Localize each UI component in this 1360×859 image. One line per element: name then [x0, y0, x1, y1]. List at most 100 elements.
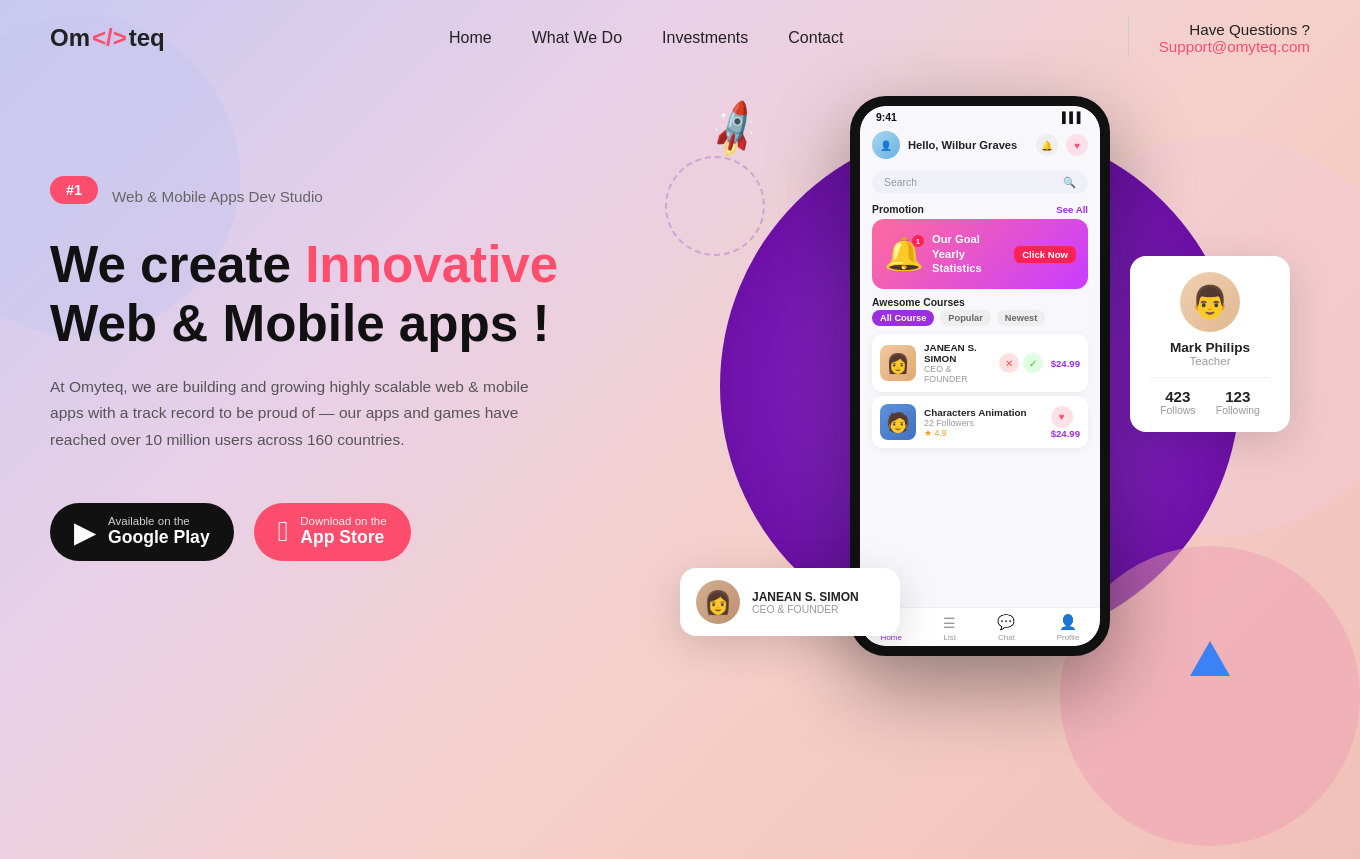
- follows-label: Follows: [1160, 405, 1195, 416]
- google-btn-big: Google Play: [108, 527, 210, 548]
- dotted-circle-decoration: [665, 156, 765, 256]
- card-name: Mark Philips: [1150, 340, 1270, 355]
- apple-btn-text: Download on the App Store: [300, 515, 386, 548]
- janean-avatar: 👩: [696, 580, 740, 624]
- phone-search[interactable]: Search 🔍: [872, 171, 1088, 194]
- hero-title: We create Innovative Web & Mobile apps !: [50, 236, 650, 354]
- char-card: 🧑 Characters Animation 22 Followers ★ 4.…: [872, 396, 1088, 448]
- phone-time: 9:41: [876, 112, 897, 123]
- nav-what-we-do[interactable]: What We Do: [532, 29, 622, 46]
- teacher-info: JANEAN S. SIMON CEO & FOUNDER: [924, 342, 991, 384]
- greeting-text: Hello, Wilbur Graves: [908, 139, 1017, 151]
- logo-text-1: Om: [50, 24, 90, 52]
- nav-links: Home What We Do Investments Contact: [449, 29, 844, 47]
- google-play-icon: ▶: [74, 515, 96, 549]
- nav-home[interactable]: Home: [449, 29, 492, 46]
- teacher-price: $24.99: [1051, 358, 1080, 369]
- apple-btn-big: App Store: [300, 527, 386, 548]
- hero-badge: #1: [50, 176, 98, 204]
- search-icon: 🔍: [1063, 176, 1076, 189]
- nav-chat-btn[interactable]: 💬 Chat: [997, 614, 1015, 642]
- promo-bell: 🔔 1: [884, 235, 924, 273]
- awesome-courses-title: Awesome Courses: [860, 293, 1100, 310]
- char-followers: 22 Followers: [924, 418, 1043, 428]
- phone-status-bar: 9:41 ▌▌▌: [860, 106, 1100, 125]
- support-email[interactable]: Support@omyteq.com: [1159, 38, 1310, 55]
- janean-name: JANEAN S. SIMON: [752, 590, 859, 604]
- profile-nav-icon: 👤: [1059, 614, 1077, 631]
- nav-investments[interactable]: Investments: [662, 29, 748, 46]
- follows-stat: 423 Follows: [1160, 388, 1195, 416]
- apple-icon: : [278, 515, 289, 548]
- hero-badge-label: Web & Mobile Apps Dev Studio: [112, 188, 323, 205]
- hero-title-highlight: Innovative: [305, 236, 558, 293]
- chat-nav-label: Chat: [998, 633, 1015, 642]
- teacher-avatar: 👩: [880, 345, 916, 381]
- signal-icon: ▌▌▌: [1062, 112, 1084, 123]
- chat-nav-icon: 💬: [997, 614, 1015, 631]
- google-btn-small: Available on the: [108, 515, 210, 527]
- tab-all-course[interactable]: All Course: [872, 310, 934, 326]
- teacher-name: JANEAN S. SIMON: [924, 342, 991, 364]
- app-store-button[interactable]:  Download on the App Store: [254, 503, 411, 561]
- course-tabs: All Course Popular Newest: [860, 310, 1100, 330]
- card-stats: 423 Follows 123 Following: [1150, 377, 1270, 416]
- phone-greeting: 👤 Hello, Wilbur Graves 🔔 ♥: [872, 131, 1088, 159]
- card-role: Teacher: [1150, 355, 1270, 367]
- list-nav-icon: ☰: [943, 615, 956, 631]
- nav-contact[interactable]: Contact: [788, 29, 843, 46]
- hero-title-part1: We create: [50, 236, 305, 293]
- char-heart-icon[interactable]: ♥: [1051, 406, 1073, 428]
- phone-screen: 9:41 ▌▌▌ 👤 Hello, Wilbur Graves 🔔: [860, 106, 1100, 646]
- char-price: $24.99: [1051, 428, 1080, 439]
- user-avatar: 👤: [872, 131, 900, 159]
- logo[interactable]: Om </> teq: [50, 24, 165, 52]
- hero-description: At Omyteq, we are building and growing h…: [50, 374, 530, 453]
- tab-newest[interactable]: Newest: [997, 310, 1045, 326]
- nav-profile-btn[interactable]: 👤 Profile: [1057, 614, 1080, 642]
- teacher-card: 👩 JANEAN S. SIMON CEO & FOUNDER ✕ ✓ $24.…: [872, 334, 1088, 392]
- promo-text: Our Goal Yearly Statistics: [932, 232, 1006, 276]
- promo-card: 🔔 1 Our Goal Yearly Statistics Click Now: [872, 219, 1088, 289]
- section-title: Promotion: [872, 204, 924, 215]
- accept-btn[interactable]: ✓: [1023, 353, 1043, 373]
- promo-title: Our Goal Yearly Statistics: [932, 232, 1006, 276]
- search-placeholder: Search: [884, 177, 917, 188]
- heart-icon[interactable]: ♥: [1066, 134, 1088, 156]
- triangle-decoration: [1190, 641, 1230, 676]
- reject-btn[interactable]: ✕: [999, 353, 1019, 373]
- tab-popular[interactable]: Popular: [940, 310, 991, 326]
- cta-buttons: ▶ Available on the Google Play  Downloa…: [50, 503, 650, 561]
- following-value: 123: [1216, 388, 1260, 405]
- rocket-decoration: 🚀: [702, 97, 769, 163]
- hero-title-part2: Web & Mobile apps !: [50, 295, 550, 352]
- promotion-section: Promotion See All 🔔 1 Our Goal Yearly St…: [860, 200, 1100, 293]
- char-name: Characters Animation: [924, 407, 1043, 418]
- card-avatar: 👨: [1180, 272, 1240, 332]
- see-all-btn[interactable]: See All: [1056, 204, 1088, 215]
- hero-section: #1 Web & Mobile Apps Dev Studio We creat…: [0, 76, 1360, 796]
- nav-list-btn[interactable]: ☰ List: [943, 615, 956, 642]
- greeting-icons: 🔔 ♥: [1036, 134, 1088, 156]
- nav-right: Have Questions ? Support@omyteq.com: [1128, 18, 1310, 58]
- char-rating: ★ 4.9: [924, 428, 1043, 438]
- notification-icon[interactable]: 🔔: [1036, 134, 1058, 156]
- teacher-role: CEO & FOUNDER: [924, 364, 991, 384]
- google-play-button[interactable]: ▶ Available on the Google Play: [50, 503, 234, 561]
- floating-teacher-card: 👩 JANEAN S. SIMON CEO & FOUNDER: [680, 568, 900, 636]
- following-stat: 123 Following: [1216, 388, 1260, 416]
- floating-profile-card: 👨 Mark Philips Teacher 423 Follows 123 F…: [1130, 256, 1290, 432]
- nav-support: Have Questions ? Support@omyteq.com: [1159, 21, 1310, 55]
- promo-btn[interactable]: Click Now: [1014, 246, 1076, 263]
- greeting-left: 👤 Hello, Wilbur Graves: [872, 131, 1017, 159]
- navbar: Om </> teq Home What We Do Investments C…: [0, 0, 1360, 76]
- profile-nav-label: Profile: [1057, 633, 1080, 642]
- google-btn-text: Available on the Google Play: [108, 515, 210, 548]
- status-icons: ▌▌▌: [1062, 112, 1084, 123]
- janean-info: JANEAN S. SIMON CEO & FOUNDER: [752, 590, 859, 615]
- hero-right: 🚀 9:41 ▌▌▌ 👤 Hello, Wilbur G: [650, 96, 1310, 796]
- phone-header: 👤 Hello, Wilbur Graves 🔔 ♥: [860, 125, 1100, 165]
- list-nav-label: List: [943, 633, 955, 642]
- nav-divider: [1128, 18, 1129, 58]
- char-info: Characters Animation 22 Followers ★ 4.9: [924, 407, 1043, 438]
